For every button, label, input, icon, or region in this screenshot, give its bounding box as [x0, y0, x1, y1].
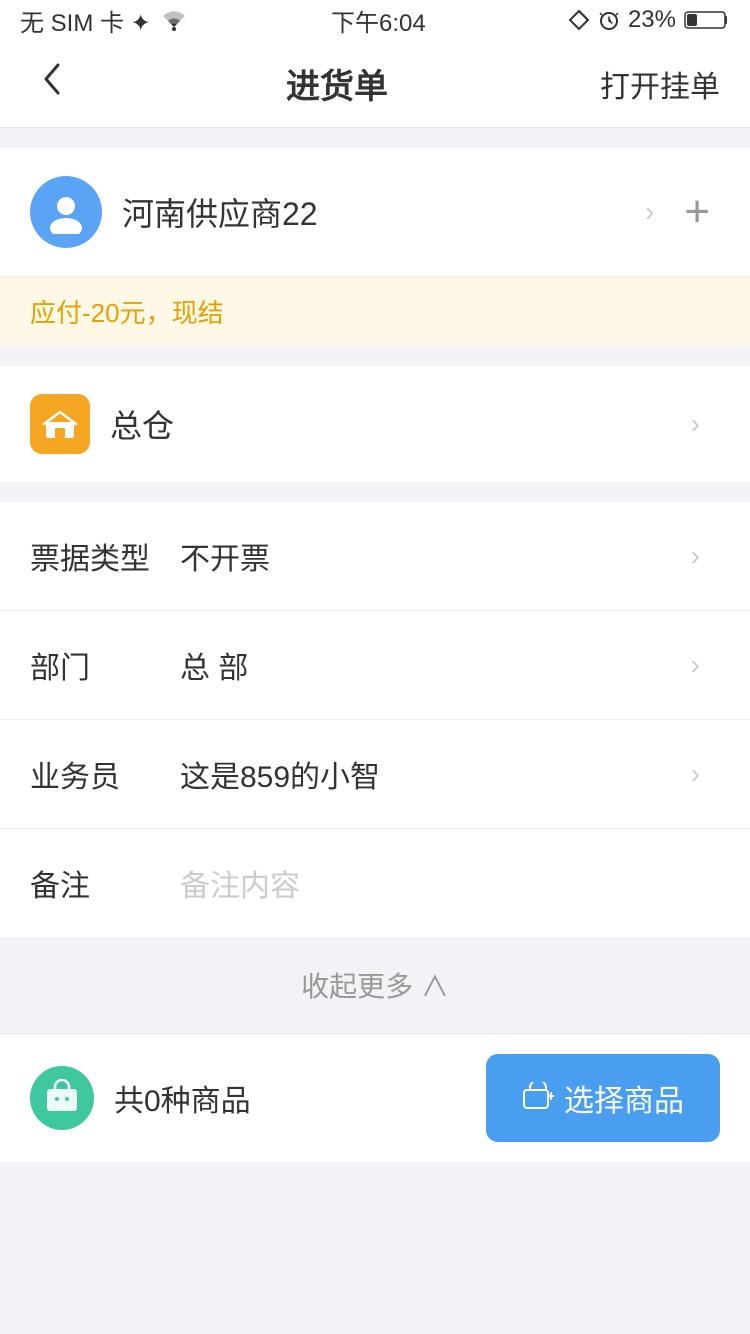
signal-text: 无 SIM 卡 ✦ [20, 3, 151, 38]
department-label: 部门 [30, 643, 150, 687]
warehouse-chevron-icon: › [691, 408, 700, 440]
nav-bar: 进货单 打开挂单 [0, 40, 750, 128]
department-row[interactable]: 部门 总 部 › [0, 611, 750, 720]
open-pending-button[interactable]: 打开挂单 [600, 62, 720, 106]
wifi-icon [159, 9, 189, 31]
battery-text: 23% [628, 6, 676, 34]
status-bar: 无 SIM 卡 ✦ 下午6:04 23% [0, 0, 750, 40]
section-gap-2 [0, 346, 750, 366]
select-product-button[interactable]: 选择商品 [486, 1054, 720, 1142]
collapse-label: 收起更多 ∧ [301, 965, 449, 1005]
bottom-bar: 共0种商品 选择商品 [0, 1033, 750, 1162]
ticket-type-chevron-icon: › [691, 540, 700, 572]
salesperson-label: 业务员 [30, 752, 150, 796]
product-icon [30, 1066, 94, 1130]
cart-icon [522, 1082, 554, 1114]
section-gap-1 [0, 128, 750, 148]
content-area: 河南供应商22 › + 应付-20元，现结 总仓 › 票据类型 不开票 [0, 128, 750, 1334]
status-right: 23% [568, 6, 730, 34]
supplier-chevron-icon: › [645, 196, 654, 228]
ticket-type-label: 票据类型 [30, 534, 150, 578]
select-product-label: 选择商品 [564, 1076, 684, 1120]
status-time: 下午6:04 [331, 3, 426, 38]
warehouse-icon [30, 394, 90, 454]
warehouse-name: 总仓 [110, 401, 691, 447]
supplier-avatar [30, 176, 102, 248]
supplier-row[interactable]: 河南供应商22 › + [0, 148, 750, 277]
salesperson-chevron-icon: › [691, 758, 700, 790]
notice-bar: 应付-20元，现结 [0, 277, 750, 346]
back-button[interactable] [30, 49, 74, 118]
salesperson-value: 这是859的小智 [150, 752, 691, 796]
ticket-type-row[interactable]: 票据类型 不开票 › [0, 502, 750, 611]
alarm-icon [598, 9, 620, 31]
department-chevron-icon: › [691, 649, 700, 681]
collapse-row[interactable]: 收起更多 ∧ [0, 937, 750, 1033]
remark-row[interactable]: 备注 备注内容 [0, 829, 750, 937]
warehouse-row[interactable]: 总仓 › [0, 366, 750, 482]
ticket-type-value: 不开票 [150, 534, 691, 578]
status-left: 无 SIM 卡 ✦ [20, 3, 189, 38]
remark-label: 备注 [30, 861, 150, 905]
product-count-text: 共0种商品 [114, 1076, 486, 1120]
remark-input[interactable]: 备注内容 [150, 861, 720, 905]
add-supplier-button[interactable]: + [674, 187, 720, 237]
supplier-name: 河南供应商22 [122, 189, 645, 235]
battery-icon [684, 9, 730, 31]
page-title: 进货单 [286, 59, 388, 108]
salesperson-row[interactable]: 业务员 这是859的小智 › [0, 720, 750, 829]
location-icon [568, 9, 590, 31]
supplier-section: 河南供应商22 › + 应付-20元，现结 [0, 148, 750, 346]
warehouse-section: 总仓 › [0, 366, 750, 482]
department-value: 总 部 [150, 643, 691, 687]
form-section: 票据类型 不开票 › 部门 总 部 › 业务员 这是859的小智 › 备注 备注… [0, 502, 750, 937]
